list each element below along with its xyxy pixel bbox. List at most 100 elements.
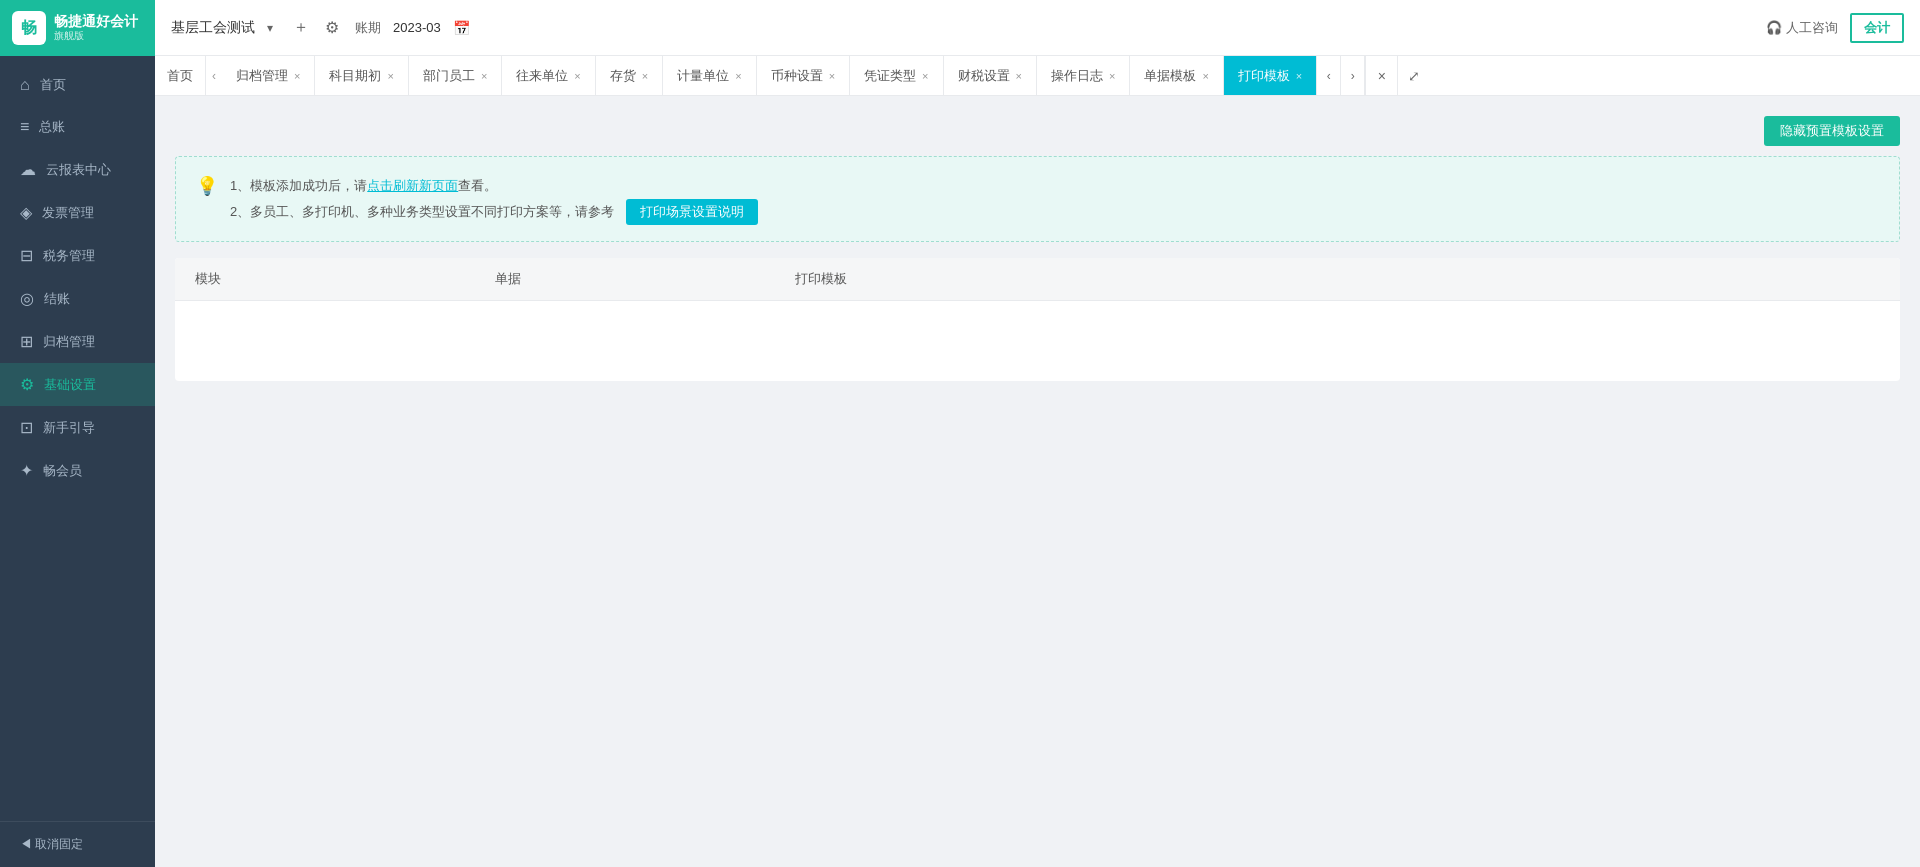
tab-expand-button[interactable]: ⤢ [1397,56,1429,96]
tab-label: 计量单位 [677,67,729,85]
tab-archive-mgmt[interactable]: 归档管理 × [222,56,315,96]
app-name: 畅捷通好会计 [54,13,138,30]
sidebar-item-invoice[interactable]: ◈ 发票管理 [0,191,155,234]
tab-close-icon[interactable]: × [1296,70,1302,82]
print-scene-button[interactable]: 打印场景设置说明 [626,199,758,225]
sidebar-item-label: 基础设置 [44,376,96,394]
tab-close-icon[interactable]: × [642,70,648,82]
add-tab-button[interactable]: ＋ [289,13,313,42]
tab-label: 币种设置 [771,67,823,85]
cloud-icon: ☁ [20,160,36,179]
settings-gear-icon[interactable]: ⚙ [321,14,343,41]
sidebar-item-label: 税务管理 [43,247,95,265]
member-icon: ✦ [20,461,33,480]
tab-print-template[interactable]: 打印模板 × [1224,56,1317,96]
tab-inventory[interactable]: 存货 × [596,56,663,96]
hide-preview-button[interactable]: 隐藏预置模板设置 [1764,116,1900,146]
guide-icon: ⊡ [20,418,33,437]
info-text: 1、模板添加成功后，请点击刷新新页面查看。 2、多员工、多打印机、多种业务类型设… [230,173,1879,225]
tab-close-icon[interactable]: × [574,70,580,82]
tab-close-icon[interactable]: × [1109,70,1115,82]
tab-partner[interactable]: 往来单位 × [502,56,595,96]
sidebar-item-tax[interactable]: ⊟ 税务管理 [0,234,155,277]
tab-voucher-type[interactable]: 凭证类型 × [850,56,943,96]
sidebar-item-settlement[interactable]: ◎ 结账 [0,277,155,320]
sidebar-item-label: 归档管理 [43,333,95,351]
kuaiji-button[interactable]: 会计 [1850,13,1904,43]
tab-close-icon[interactable]: × [735,70,741,82]
tab-tax-settings[interactable]: 财税设置 × [944,56,1037,96]
column-template: 打印模板 [775,258,1900,300]
tab-label: 财税设置 [958,67,1010,85]
column-document: 单据 [475,258,775,300]
tab-close-icon[interactable]: × [387,70,393,82]
print-template-table: 模块 单据 打印模板 [175,258,1900,381]
sidebar-item-archive[interactable]: ⊞ 归档管理 [0,320,155,363]
sidebar-item-label: 畅会员 [43,462,82,480]
ledger-icon: ≡ [20,118,29,136]
tab-single-form[interactable]: 单据模板 × [1130,56,1223,96]
tab-nav-back[interactable]: ‹ [206,69,222,83]
info-box: 💡 1、模板添加成功后，请点击刷新新页面查看。 2、多员工、多打印机、多种业务类… [175,156,1900,242]
tab-currency[interactable]: 币种设置 × [757,56,850,96]
tab-unit[interactable]: 计量单位 × [663,56,756,96]
sidebar-item-member[interactable]: ✦ 畅会员 [0,449,155,492]
customer-service-button[interactable]: 🎧 人工咨询 [1766,19,1838,37]
sidebar-item-guide[interactable]: ⊡ 新手引导 [0,406,155,449]
tab-close-icon[interactable]: × [294,70,300,82]
sidebar-nav: ⌂ 首页 ≡ 总账 ☁ 云报表中心 ◈ 发票管理 ⊟ 税务管理 ◎ 结账 ⊞ 归… [0,56,155,821]
tab-close-icon[interactable]: × [1016,70,1022,82]
tab-close-all-button[interactable]: × [1365,56,1397,96]
sidebar-logo: 畅 畅捷通好会计 旗舰版 [0,0,155,56]
app-logo-icon: 畅 [12,11,46,45]
sidebar-item-label: 总账 [39,118,65,136]
tab-label: 单据模板 [1144,67,1196,85]
tab-label: 往来单位 [516,67,568,85]
tax-icon: ⊟ [20,246,33,265]
sidebar-item-report[interactable]: ☁ 云报表中心 [0,148,155,191]
home-icon: ⌂ [20,76,30,94]
table-body-empty [175,301,1900,381]
sidebar-unpin-button[interactable]: ◀ 取消固定 [0,821,155,867]
header-actions: ＋ ⚙ [289,13,343,42]
sidebar-item-label: 首页 [40,76,66,94]
archive-icon: ⊞ [20,332,33,351]
sidebar-item-settings[interactable]: ⚙ 基础设置 [0,363,155,406]
tab-close-icon[interactable]: × [1202,70,1208,82]
header-right: 🎧 人工咨询 会计 [1766,13,1904,43]
content-area: 隐藏预置模板设置 💡 1、模板添加成功后，请点击刷新新页面查看。 2、多员工、多… [155,96,1920,867]
tab-label: 打印模板 [1238,67,1290,85]
tab-label: 凭证类型 [864,67,916,85]
tab-nav-next[interactable]: › [1341,56,1365,96]
tab-label: 存货 [610,67,636,85]
tab-close-icon[interactable]: × [922,70,928,82]
tab-label: 归档管理 [236,67,288,85]
tab-label: 操作日志 [1051,67,1103,85]
tab-operation-log[interactable]: 操作日志 × [1037,56,1130,96]
tab-home[interactable]: 首页 [155,56,206,96]
period-value: 2023-03 [393,20,441,35]
sidebar-item-label: 新手引导 [43,419,95,437]
calendar-icon[interactable]: 📅 [453,20,470,36]
tab-close-icon[interactable]: × [481,70,487,82]
app-edition: 旗舰版 [54,29,138,43]
tab-label: 科目期初 [329,67,381,85]
table-header: 模块 单据 打印模板 [175,258,1900,301]
lightbulb-icon: 💡 [196,175,218,225]
settings-icon: ⚙ [20,375,34,394]
tab-nav-prev[interactable]: ‹ [1317,56,1341,96]
invoice-icon: ◈ [20,203,32,222]
refresh-link[interactable]: 点击刷新新页面 [367,178,458,193]
period-label: 账期 [355,19,381,37]
settlement-icon: ◎ [20,289,34,308]
tab-subject-init[interactable]: 科目期初 × [315,56,408,96]
tab-home-label: 首页 [167,67,193,85]
company-name: 基层工会测试 [171,19,255,37]
info-line-1: 1、模板添加成功后，请点击刷新新页面查看。 [230,173,1879,199]
sidebar-item-ledger[interactable]: ≡ 总账 [0,106,155,148]
sidebar-item-label: 云报表中心 [46,161,111,179]
sidebar-item-home[interactable]: ⌂ 首页 [0,64,155,106]
company-dropdown-icon[interactable]: ▾ [267,21,273,35]
tab-close-icon[interactable]: × [829,70,835,82]
tab-dept-staff[interactable]: 部门员工 × [409,56,502,96]
